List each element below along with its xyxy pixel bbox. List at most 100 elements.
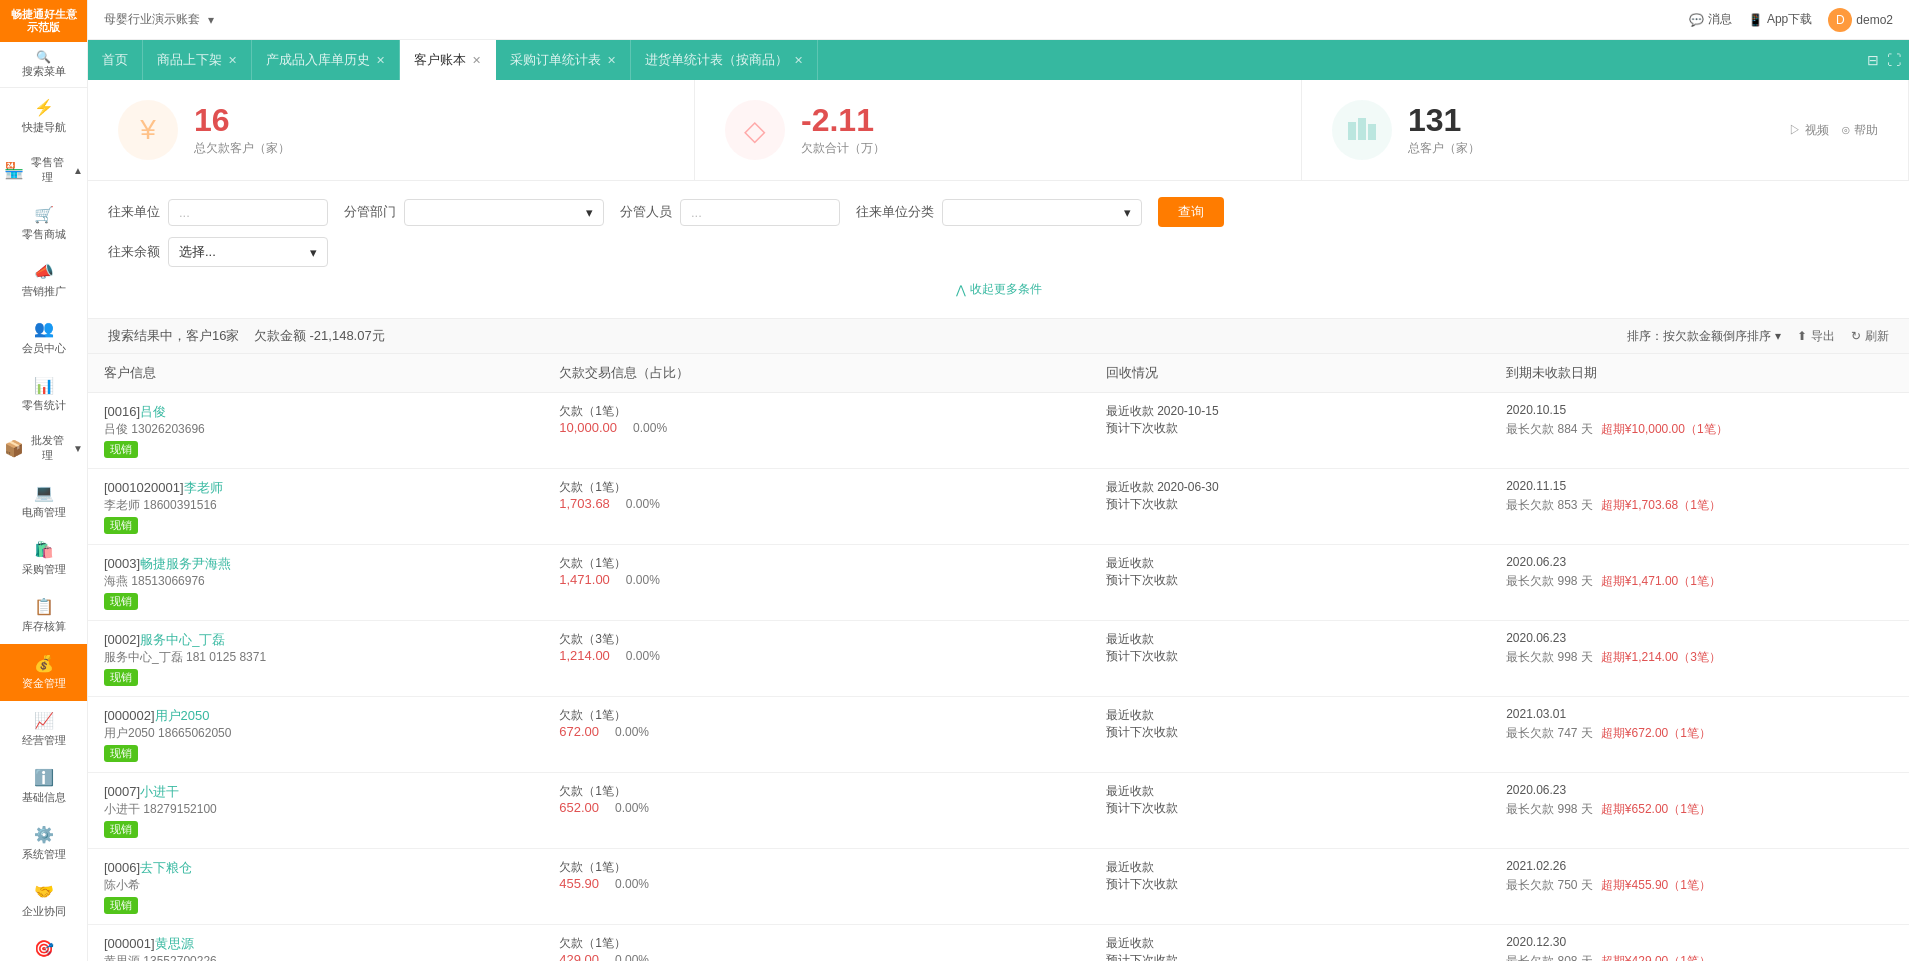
tab-purchase-stats[interactable]: 采购订单统计表 ✕ — [496, 40, 631, 80]
video-link[interactable]: ▷ 视频 — [1789, 122, 1828, 139]
user-avatar[interactable]: D demo2 — [1828, 8, 1893, 32]
export-icon: ⬆ — [1797, 329, 1807, 343]
customer-tag: 现销 — [104, 897, 138, 914]
dept-label: 分管部门 — [344, 203, 396, 221]
marketing-icon: 📣 — [34, 262, 54, 281]
sidebar-search[interactable]: 🔍 搜索菜单 — [0, 42, 87, 88]
overdue-amount-link[interactable]: 超期¥672.00（1笔） — [1601, 725, 1711, 742]
overdue-amount-link[interactable]: 超期¥652.00（1笔） — [1601, 801, 1711, 818]
tab-close-icon-4[interactable]: ✕ — [607, 54, 616, 67]
sidebar-item-basic[interactable]: ℹ️ 基础信息 — [0, 758, 87, 815]
sidebar-item-member[interactable]: 👥 会员中心 — [0, 309, 87, 366]
customer-info-cell: [0016]吕俊 吕俊 13026203696 现销 — [88, 393, 543, 469]
debt-amount[interactable]: 652.00 — [559, 800, 599, 815]
due-date: 2021.02.26 — [1506, 859, 1893, 873]
results-summary: 搜索结果中，客户16家 欠款金额 -21,148.07元 — [108, 327, 385, 345]
collapse-button[interactable]: ⋀ 收起更多条件 — [956, 281, 1042, 298]
customer-name[interactable]: 用户2050 — [155, 708, 210, 723]
tab-home[interactable]: 首页 — [88, 40, 143, 80]
table-body: [0016]吕俊 吕俊 13026203696 现销 欠款（1笔） 10,000… — [88, 393, 1909, 962]
debt-customers-icon: ¥ — [118, 100, 178, 160]
sidebar-item-guide[interactable]: 🎯 新手引导 — [0, 929, 87, 961]
tab-close-icon-3[interactable]: ✕ — [472, 54, 481, 67]
next-payment: 预计下次收款 — [1106, 724, 1475, 741]
sidebar-item-system[interactable]: ⚙️ 系统管理 — [0, 815, 87, 872]
tab-customer-ledger[interactable]: 客户账本 ✕ — [400, 40, 496, 80]
debt-info-cell: 欠款（1笔） 429.00 0.00% — [543, 925, 1089, 962]
due-date: 2020.10.15 — [1506, 403, 1893, 417]
refresh-button[interactable]: ↻ 刷新 — [1851, 328, 1889, 345]
tab-close-icon-5[interactable]: ✕ — [794, 54, 803, 67]
message-button[interactable]: 💬 消息 — [1689, 11, 1732, 28]
debt-customers-info: 16 总欠款客户（家） — [194, 104, 290, 157]
balance-select[interactable]: 选择... ▾ — [168, 237, 328, 267]
tab-close-icon-2[interactable]: ✕ — [376, 54, 385, 67]
tab-fullscreen-icon[interactable]: ⛶ — [1887, 52, 1901, 68]
sidebar-item-wholesale[interactable]: 📦 批发管理 ▼ — [0, 423, 87, 473]
recovery-cell: 最近收款 2020-06-30 预计下次收款 — [1090, 469, 1491, 545]
tab-expand-icon[interactable]: ⊟ — [1867, 52, 1879, 68]
debt-amount[interactable]: 1,471.00 — [559, 572, 610, 587]
sidebar-item-ecommerce[interactable]: 💻 电商管理 — [0, 473, 87, 530]
customer-name[interactable]: 去下粮仓 — [140, 860, 192, 875]
debt-amount[interactable]: 1,214.00 — [559, 648, 610, 663]
sidebar-item-collab[interactable]: 🤝 企业协同 — [0, 872, 87, 929]
dots-icon-2: ... — [691, 205, 702, 220]
customer-name[interactable]: 黄思源 — [155, 936, 194, 951]
sidebar-item-inventory[interactable]: 📋 库存核算 — [0, 587, 87, 644]
sidebar-item-retail[interactable]: 🏪 零售管理 ▲ — [0, 145, 87, 195]
debt-amount[interactable]: 1,703.68 — [559, 496, 610, 511]
finance-icon: 💰 — [34, 654, 54, 673]
customer-name[interactable]: 小进干 — [140, 784, 179, 799]
tab-production-history[interactable]: 产成品入库单历史 ✕ — [252, 40, 400, 80]
debt-amount[interactable]: 429.00 — [559, 952, 599, 961]
overdue-amount-link[interactable]: 超期¥455.90（1笔） — [1601, 877, 1711, 894]
customer-tag: 现销 — [104, 821, 138, 838]
sidebar-item-marketing[interactable]: 📣 营销推广 — [0, 252, 87, 309]
filter-area: 往来单位 ... 分管部门 ▾ 分管人员 ... 往来单位分类 — [88, 181, 1909, 319]
sidebar-item-purchase[interactable]: 🛍️ 采购管理 — [0, 530, 87, 587]
customer-tag: 现销 — [104, 745, 138, 762]
help-link[interactable]: ⊙ 帮助 — [1841, 122, 1878, 139]
dots-icon: ... — [179, 205, 190, 220]
overdue-days: 最长欠款 853 天 — [1506, 497, 1593, 514]
debt-info-cell: 欠款（1笔） 1,703.68 0.00% — [543, 469, 1089, 545]
overdue-amount-link[interactable]: 超期¥1,214.00（3笔） — [1601, 649, 1721, 666]
debt-amount[interactable]: 672.00 — [559, 724, 599, 739]
overdue-amount-link[interactable]: 超期¥10,000.00（1笔） — [1601, 421, 1728, 438]
person-input[interactable]: ... — [680, 199, 840, 226]
debt-amount[interactable]: 455.90 — [559, 876, 599, 891]
overdue-amount-link[interactable]: 超期¥429.00（1笔） — [1601, 953, 1711, 961]
sidebar-item-store[interactable]: 🛒 零售商城 — [0, 195, 87, 252]
overdue-days: 最长欠款 998 天 — [1506, 649, 1593, 666]
customer-name[interactable]: 畅捷服务尹海燕 — [140, 556, 231, 571]
export-button[interactable]: ⬆ 导出 — [1797, 328, 1835, 345]
debt-amount[interactable]: 10,000.00 — [559, 420, 617, 435]
dept-select[interactable]: ▾ — [404, 199, 604, 226]
search-button[interactable]: 查询 — [1158, 197, 1224, 227]
tab-purchase-product-stats[interactable]: 进货单统计表（按商品） ✕ — [631, 40, 818, 80]
sidebar-item-finance[interactable]: 💰 资金管理 — [0, 644, 87, 701]
app-download-button[interactable]: 📱 App下载 — [1748, 11, 1812, 28]
customer-name[interactable]: 李老师 — [184, 480, 223, 495]
sidebar-item-operation[interactable]: 📈 经营管理 — [0, 701, 87, 758]
debt-count: 欠款（3笔） — [559, 631, 1073, 648]
customer-name[interactable]: 吕俊 — [140, 404, 166, 419]
next-payment: 预计下次收款 — [1106, 420, 1475, 437]
svg-rect-0 — [1348, 122, 1356, 140]
overdue-amount-link[interactable]: 超期¥1,471.00（1笔） — [1601, 573, 1721, 590]
tab-close-icon[interactable]: ✕ — [228, 54, 237, 67]
filter-person: 分管人员 ... — [620, 199, 840, 226]
sidebar-item-quick[interactable]: ⚡ 快捷导航 — [0, 88, 87, 145]
debt-percent: 0.00% — [615, 877, 649, 891]
customer-phone: 海燕 18513066976 — [104, 573, 527, 590]
overdue-amount-link[interactable]: 超期¥1,703.68（1笔） — [1601, 497, 1721, 514]
sidebar-item-retail-stats[interactable]: 📊 零售统计 — [0, 366, 87, 423]
overdue-days: 最长欠款 998 天 — [1506, 801, 1593, 818]
tab-product-shelf[interactable]: 商品上下架 ✕ — [143, 40, 252, 80]
guide-icon: 🎯 — [34, 939, 54, 958]
unit-class-select[interactable]: ▾ — [942, 199, 1142, 226]
customer-name[interactable]: 服务中心_丁磊 — [140, 632, 225, 647]
source-unit-input[interactable]: ... — [168, 199, 328, 226]
overdue-days: 最长欠款 998 天 — [1506, 573, 1593, 590]
